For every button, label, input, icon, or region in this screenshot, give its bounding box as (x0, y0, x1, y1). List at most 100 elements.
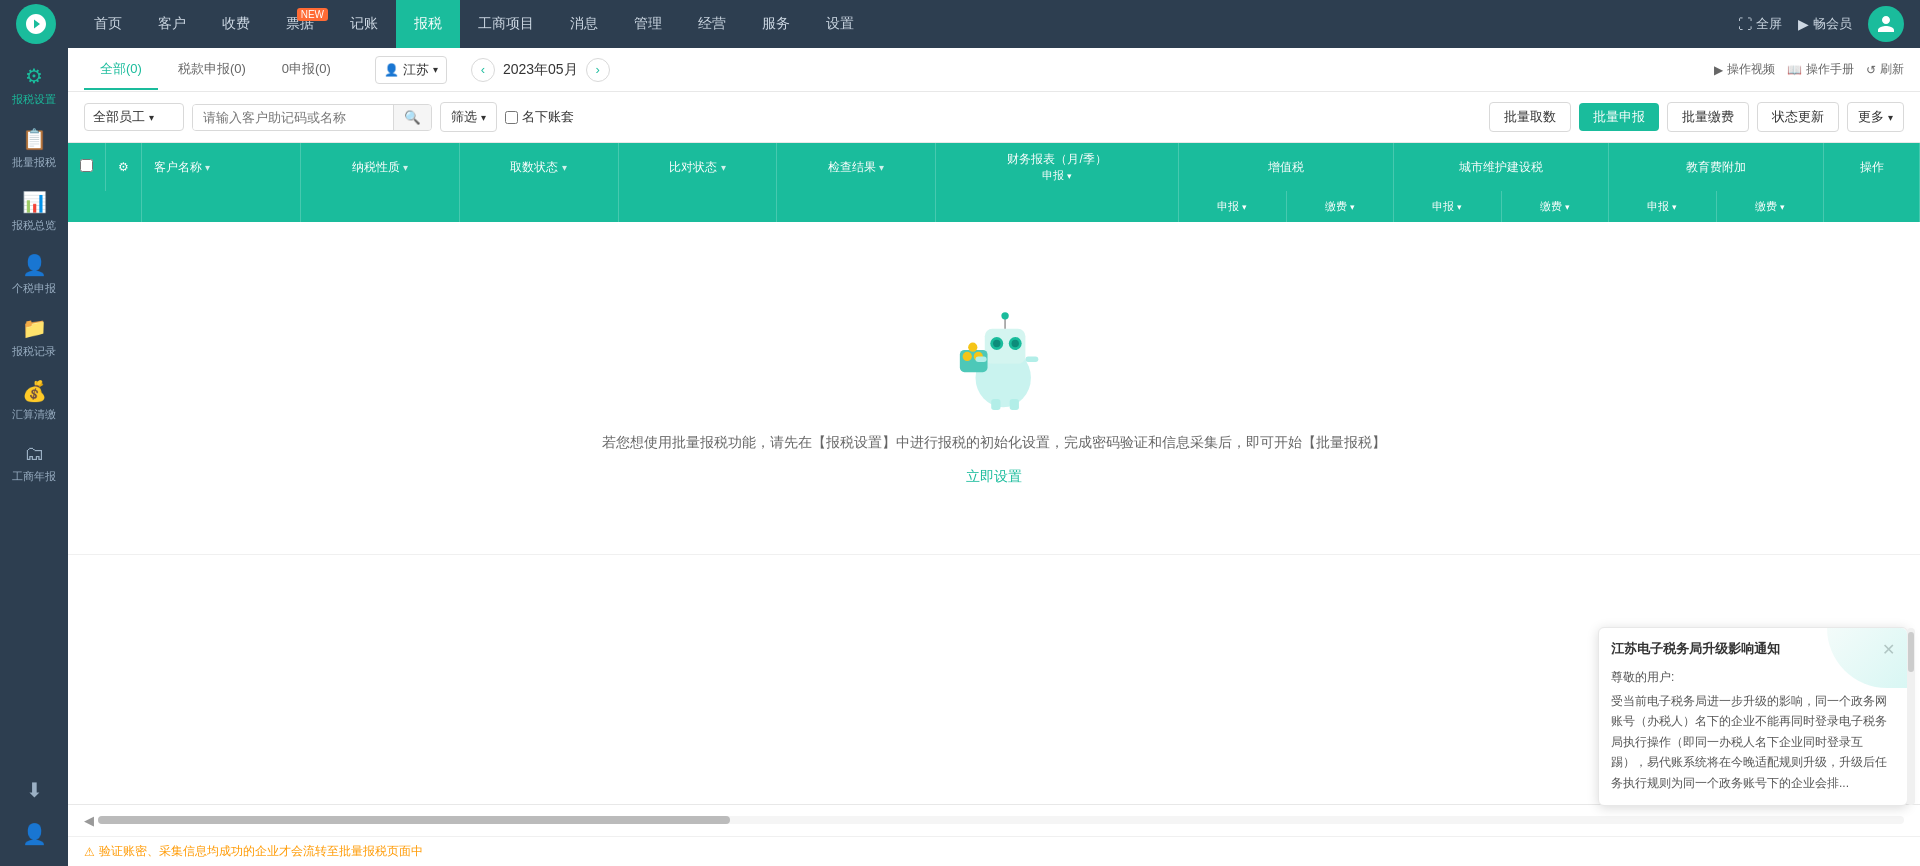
sub-col-vat-report: 申报 ▾ (1179, 191, 1287, 222)
batch-pay-btn[interactable]: 批量缴费 (1667, 102, 1749, 132)
col-edu-surcharge: 教育费附加 (1609, 143, 1824, 191)
scroll-thumb (98, 816, 730, 824)
notification-scrollbar-thumb (1908, 632, 1914, 672)
col-fetch-status: 取数状态 ▾ (459, 143, 618, 191)
svg-rect-15 (1009, 399, 1018, 410)
robot-illustration (934, 290, 1054, 410)
nav-home[interactable]: 首页 (76, 0, 140, 48)
tab-tax-report[interactable]: 税款申报(0) (162, 50, 262, 90)
scroll-left-btn[interactable]: ◀ (84, 813, 94, 828)
setup-link[interactable]: 立即设置 (966, 468, 1022, 486)
sidebar-item-tax-settings[interactable]: ⚙ 报税设置 (4, 56, 64, 115)
nav-bookkeeping[interactable]: 记账 (332, 0, 396, 48)
toolbar: 全部员工 ▾ 🔍 筛选 ▾ 名下账套 批量取数 批量申报 批量缴费 状态更新 (68, 92, 1920, 143)
col-tax-type: 纳税性质 ▾ (300, 143, 459, 191)
scroll-track (98, 816, 1904, 824)
nav-business[interactable]: 工商项目 (460, 0, 552, 48)
book-icon: 📖 (1787, 63, 1802, 77)
sidebar-item-user[interactable]: 👤 (4, 814, 64, 854)
sort-icon[interactable]: ▾ (205, 162, 210, 173)
nav-message[interactable]: 消息 (552, 0, 616, 48)
sub-col-city-report: 申报 ▾ (1394, 191, 1502, 222)
select-all-checkbox[interactable] (80, 159, 93, 172)
search-button[interactable]: 🔍 (393, 105, 431, 130)
account-checkbox-label[interactable]: 名下账套 (505, 108, 574, 126)
warning-icon: ⚠ (84, 845, 95, 859)
filter-button[interactable]: 筛选 ▾ (440, 102, 497, 132)
refresh-btn[interactable]: ↺ 刷新 (1866, 61, 1904, 78)
batch-fetch-btn[interactable]: 批量取数 (1489, 102, 1571, 132)
col-operation: 操作 (1824, 143, 1920, 191)
nav-fee[interactable]: 收费 (204, 0, 268, 48)
sort-icon[interactable]: ▾ (562, 162, 567, 173)
sidebar-item-settlement[interactable]: 💰 汇算清缴 (4, 371, 64, 430)
sidebar-item-tax-records[interactable]: 📁 报税记录 (4, 308, 64, 367)
sub-col-edu-report: 申报 ▾ (1609, 191, 1717, 222)
col-compare-status: 比对状态 ▾ (618, 143, 777, 191)
logo[interactable] (16, 4, 56, 44)
search-input[interactable] (193, 105, 393, 130)
sidebar-bottom: ⬇ 👤 (4, 770, 64, 866)
top-navigation: 首页 客户 收费 票据 NEW 记账 报税 工商项目 消息 管理 经营 服务 设… (0, 0, 1920, 48)
svg-point-5 (1011, 340, 1018, 347)
sort-icon[interactable]: ▾ (879, 162, 884, 173)
scroll-area[interactable] (98, 816, 1904, 826)
status-update-btn[interactable]: 状态更新 (1757, 102, 1839, 132)
sidebar-item-annual-report[interactable]: 🗂 工商年报 (4, 434, 64, 492)
annual-report-icon: 🗂 (24, 442, 44, 465)
tab-bar: 全部(0) 税款申报(0) 0申报(0) 👤 江苏 ▾ ‹ 2023年05月 ›… (68, 48, 1920, 92)
sidebar-item-download[interactable]: ⬇ (4, 770, 64, 810)
batch-tax-icon: 📋 (22, 127, 47, 151)
tab-zero-report[interactable]: 0申报(0) (266, 50, 347, 90)
video-icon: ▶ (1714, 63, 1723, 77)
chevron-down-icon: ▾ (149, 112, 154, 123)
notification-title: 江苏电子税务局升级影响通知 (1611, 640, 1780, 658)
refresh-icon: ↺ (1866, 63, 1876, 77)
empty-state: 若您想使用批量报税功能，请先在【报税设置】中进行报税的初始化设置，完成密码验证和… (80, 230, 1908, 546)
chevron-down-icon: ▾ (433, 64, 438, 75)
notification-body: 尊敬的用户: 受当前电子税务局进一步升级的影响，同一个政务网账号（办税人）名下的… (1611, 667, 1895, 793)
sidebar-item-tax-overview[interactable]: 📊 报税总览 (4, 182, 64, 241)
data-table: ⚙ 客户名称 ▾ 纳税性质 ▾ 取数状态 ▾ (68, 143, 1920, 555)
date-nav: ‹ 2023年05月 › (471, 58, 610, 82)
batch-report-btn[interactable]: 批量申报 (1579, 103, 1659, 131)
col-check-result: 检查结果 ▾ (777, 143, 936, 191)
tab-all[interactable]: 全部(0) (84, 50, 158, 90)
prev-month-btn[interactable]: ‹ (471, 58, 495, 82)
nav-operation[interactable]: 经营 (680, 0, 744, 48)
svg-rect-14 (991, 399, 1000, 410)
employee-selector-label: 全部员工 (93, 108, 145, 126)
col-vat: 增值税 (1179, 143, 1394, 191)
sort-icon[interactable]: ▾ (403, 162, 408, 173)
nav-manage[interactable]: 管理 (616, 0, 680, 48)
nav-invoice[interactable]: 票据 NEW (268, 0, 332, 48)
nav-tax[interactable]: 报税 (396, 0, 460, 48)
sub-col-edu-pay: 缴费 ▾ (1716, 191, 1824, 222)
notification-scrollbar[interactable] (1907, 628, 1915, 805)
svg-point-9 (962, 352, 971, 361)
nav-right: ⛶ 全屏 ▶ 畅会员 (1738, 6, 1904, 42)
next-month-btn[interactable]: › (586, 58, 610, 82)
sidebar-item-batch-tax[interactable]: 📋 批量报税 (4, 119, 64, 178)
member-btn[interactable]: ▶ 畅会员 (1798, 15, 1852, 33)
employee-selector[interactable]: 全部员工 ▾ (84, 103, 184, 131)
nav-customer[interactable]: 客户 (140, 0, 204, 48)
col-city-tax: 城市维护建设税 (1394, 143, 1609, 191)
settings-icon[interactable]: ⚙ (118, 160, 129, 174)
operation-manual-btn[interactable]: 📖 操作手册 (1787, 61, 1854, 78)
account-checkbox[interactable] (505, 111, 518, 124)
more-btn[interactable]: 更多 ▾ (1847, 102, 1904, 132)
tab-right-actions: ▶ 操作视频 📖 操作手册 ↺ 刷新 (1714, 61, 1904, 78)
fullscreen-btn[interactable]: ⛶ 全屏 (1738, 15, 1782, 33)
province-selector[interactable]: 👤 江苏 ▾ (375, 56, 447, 84)
nav-settings[interactable]: 设置 (808, 0, 872, 48)
avatar[interactable] (1868, 6, 1904, 42)
sort-icon[interactable]: ▾ (721, 162, 726, 173)
search-box: 🔍 (192, 104, 432, 131)
operation-video-btn[interactable]: ▶ 操作视频 (1714, 61, 1775, 78)
sidebar-item-personal-tax[interactable]: 👤 个税申报 (4, 245, 64, 304)
nav-menu: 首页 客户 收费 票据 NEW 记账 报税 工商项目 消息 管理 经营 服务 设… (76, 0, 1738, 48)
empty-state-text: 若您想使用批量报税功能，请先在【报税设置】中进行报税的初始化设置，完成密码验证和… (602, 434, 1386, 452)
notification-content: 受当前电子税务局进一步升级的影响，同一个政务网账号（办税人）名下的企业不能再同时… (1611, 691, 1895, 793)
nav-service[interactable]: 服务 (744, 0, 808, 48)
